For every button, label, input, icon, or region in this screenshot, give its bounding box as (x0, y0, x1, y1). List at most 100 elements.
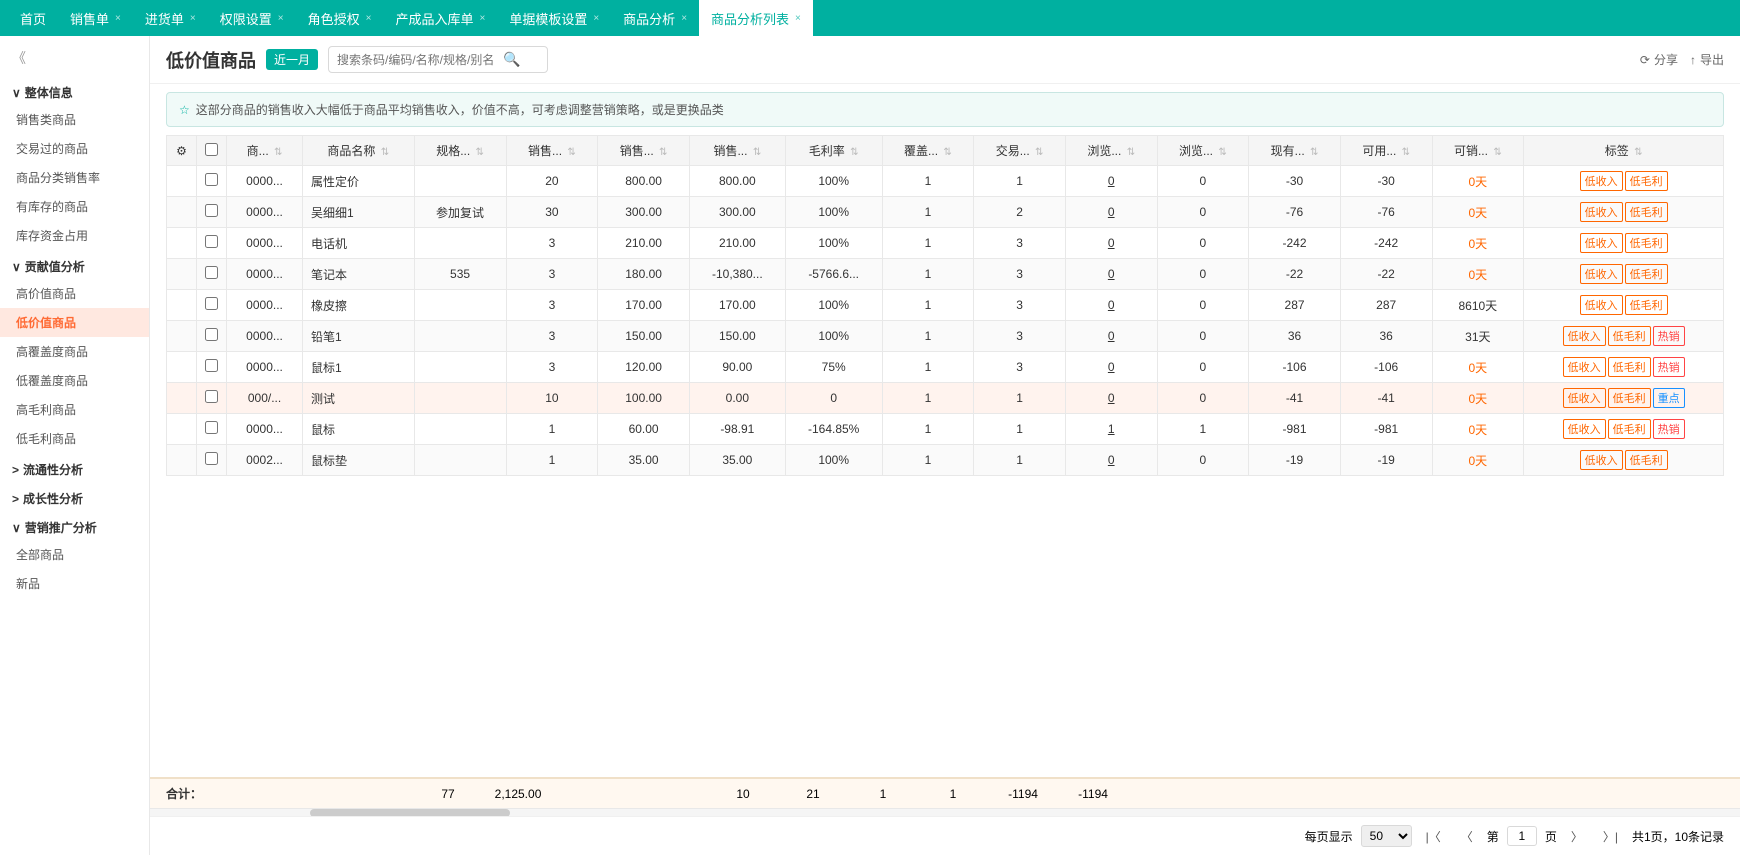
sidebar-item-traded-products[interactable]: 交易过的商品 (0, 134, 149, 163)
tags-cell: 低收入低毛利重点 (1524, 383, 1724, 414)
row-checkbox[interactable] (205, 204, 218, 217)
nav-permission-settings[interactable]: 权限设置 × (208, 0, 296, 36)
browse1-column-header[interactable]: 浏览... ⇅ (1065, 136, 1157, 166)
row-checkbox[interactable] (205, 421, 218, 434)
sale1-cell: 3 (506, 321, 598, 352)
table-header-row: ⚙ 商... ⇅ 商品名称 ⇅ 规格... ⇅ 销售... ⇅ 销售... ⇅ … (167, 136, 1724, 166)
sale1-column-header[interactable]: 销售... ⇅ (506, 136, 598, 166)
sale2-column-header[interactable]: 销售... ⇅ (598, 136, 690, 166)
row-checkbox[interactable] (205, 297, 218, 310)
sale2-cell: 170.00 (598, 290, 690, 321)
browse-value: 0 (1108, 329, 1115, 343)
nav-template-settings[interactable]: 单据模板设置 × (497, 0, 611, 36)
settings-column-header[interactable]: ⚙ (167, 136, 197, 166)
margin-column-header[interactable]: 毛利率 ⇅ (785, 136, 882, 166)
row-checkbox[interactable] (205, 390, 218, 403)
close-icon[interactable]: × (593, 13, 599, 24)
browse1-cell: 0 (1065, 290, 1157, 321)
row-checkbox[interactable] (205, 328, 218, 341)
next-page-button[interactable]: 〉 (1565, 826, 1589, 847)
browse-value: 0 (1108, 267, 1115, 281)
summary-available: -1194 (1058, 787, 1128, 801)
search-box[interactable]: 🔍 (328, 46, 548, 73)
sidebar-group-growth[interactable]: > 成长性分析 (0, 482, 149, 511)
product-tag: 低收入 (1580, 264, 1623, 284)
close-icon[interactable]: × (190, 13, 196, 24)
sale3-cell: 210.00 (689, 228, 785, 259)
sidebar-item-high-value[interactable]: 高价值商品 (0, 279, 149, 308)
sidebar-item-inventory-funds[interactable]: 库存资金占用 (0, 221, 149, 250)
current-column-header[interactable]: 现有... ⇅ (1249, 136, 1341, 166)
code-column-header[interactable]: 商... ⇅ (227, 136, 303, 166)
sidebar-group-marketing[interactable]: ∨ 营销推广分析 (0, 511, 149, 540)
sidebar-item-high-coverage[interactable]: 高覆盖度商品 (0, 337, 149, 366)
close-icon[interactable]: × (278, 13, 284, 24)
row-checkbox[interactable] (205, 173, 218, 186)
last-page-button[interactable]: 〉| (1597, 826, 1624, 847)
nav-purchase-order[interactable]: 进货单 × (133, 0, 208, 36)
browse2-column-header[interactable]: 浏览... ⇅ (1157, 136, 1249, 166)
close-icon[interactable]: × (681, 13, 687, 24)
export-button[interactable]: ↑ 导出 (1690, 51, 1724, 68)
select-all-checkbox[interactable] (205, 143, 218, 156)
nav-product-analysis[interactable]: 商品分析 × (611, 0, 699, 36)
export-icon: ↑ (1690, 53, 1696, 67)
browse2-cell: 0 (1157, 383, 1249, 414)
spec-column-header[interactable]: 规格... ⇅ (414, 136, 506, 166)
sale3-cell: 800.00 (689, 166, 785, 197)
sidebar-item-sales-products[interactable]: 销售类商品 (0, 105, 149, 134)
browse-value: 0 (1108, 391, 1115, 405)
nav-home[interactable]: 首页 (8, 0, 58, 36)
time-badge[interactable]: 近一月 (266, 49, 318, 70)
browse-value: 0 (1108, 174, 1115, 188)
sidebar-collapse-button[interactable]: 《 (8, 44, 30, 72)
available-cell: -242 (1340, 228, 1432, 259)
sidebar-item-all-products[interactable]: 全部商品 (0, 540, 149, 569)
sellable-column-header[interactable]: 可销... ⇅ (1432, 136, 1524, 166)
prev-page-button[interactable]: 〈 (1455, 826, 1479, 847)
row-checkbox[interactable] (205, 235, 218, 248)
nav-sales-order[interactable]: 销售单 × (58, 0, 133, 36)
sidebar-item-low-margin[interactable]: 低毛利商品 (0, 424, 149, 453)
row-checkbox[interactable] (205, 266, 218, 279)
current-cell: -19 (1249, 445, 1341, 476)
name-column-header[interactable]: 商品名称 ⇅ (303, 136, 414, 166)
table-row: 0002... 鼠标垫 1 35.00 35.00 100% 1 1 0 0 -… (167, 445, 1724, 476)
product-tag: 低毛利 (1625, 295, 1668, 315)
sidebar-group-overall[interactable]: ∨ 整体信息 (0, 76, 149, 105)
tags-column-header[interactable]: 标签 ⇅ (1524, 136, 1724, 166)
sidebar-item-stock-products[interactable]: 有库存的商品 (0, 192, 149, 221)
available-column-header[interactable]: 可用... ⇅ (1340, 136, 1432, 166)
coverage-column-header[interactable]: 覆盖... ⇅ (882, 136, 974, 166)
sidebar-group-contribution[interactable]: ∨ 贡献值分析 (0, 250, 149, 279)
horizontal-scrollbar[interactable] (150, 808, 1740, 816)
row-checkbox[interactable] (205, 452, 218, 465)
coverage-cell: 1 (882, 383, 974, 414)
name-cell: 橡皮擦 (303, 290, 414, 321)
sidebar-item-low-value[interactable]: 低价值商品 (0, 308, 149, 337)
close-icon[interactable]: × (366, 13, 372, 24)
sidebar-item-category-sales-rate[interactable]: 商品分类销售率 (0, 163, 149, 192)
close-icon[interactable]: × (795, 13, 801, 24)
nav-product-inbound[interactable]: 产成品入库单 × (383, 0, 497, 36)
trade-column-header[interactable]: 交易... ⇅ (974, 136, 1066, 166)
trade-cell: 3 (974, 259, 1066, 290)
nav-role-auth[interactable]: 角色授权 × (296, 0, 384, 36)
close-icon[interactable]: × (115, 13, 121, 24)
row-checkbox[interactable] (205, 359, 218, 372)
page-number-input[interactable] (1507, 826, 1537, 846)
search-icon[interactable]: 🔍 (503, 51, 520, 68)
sidebar-item-low-coverage[interactable]: 低覆盖度商品 (0, 366, 149, 395)
browse-link[interactable]: 1 (1108, 422, 1115, 436)
sidebar-item-new-products[interactable]: 新品 (0, 569, 149, 598)
sidebar-group-circulation[interactable]: > 流通性分析 (0, 453, 149, 482)
first-page-button[interactable]: |〈 (1420, 826, 1447, 847)
close-icon[interactable]: × (479, 13, 485, 24)
sale3-column-header[interactable]: 销售... ⇅ (689, 136, 785, 166)
search-input[interactable] (337, 53, 497, 67)
product-tag: 热销 (1653, 326, 1685, 346)
page-size-select[interactable]: 50 100 200 (1361, 825, 1412, 847)
sidebar-item-high-margin[interactable]: 高毛利商品 (0, 395, 149, 424)
nav-product-analysis-list[interactable]: 商品分析列表 × (699, 0, 813, 36)
share-button[interactable]: ⟳ 分享 (1640, 51, 1678, 68)
